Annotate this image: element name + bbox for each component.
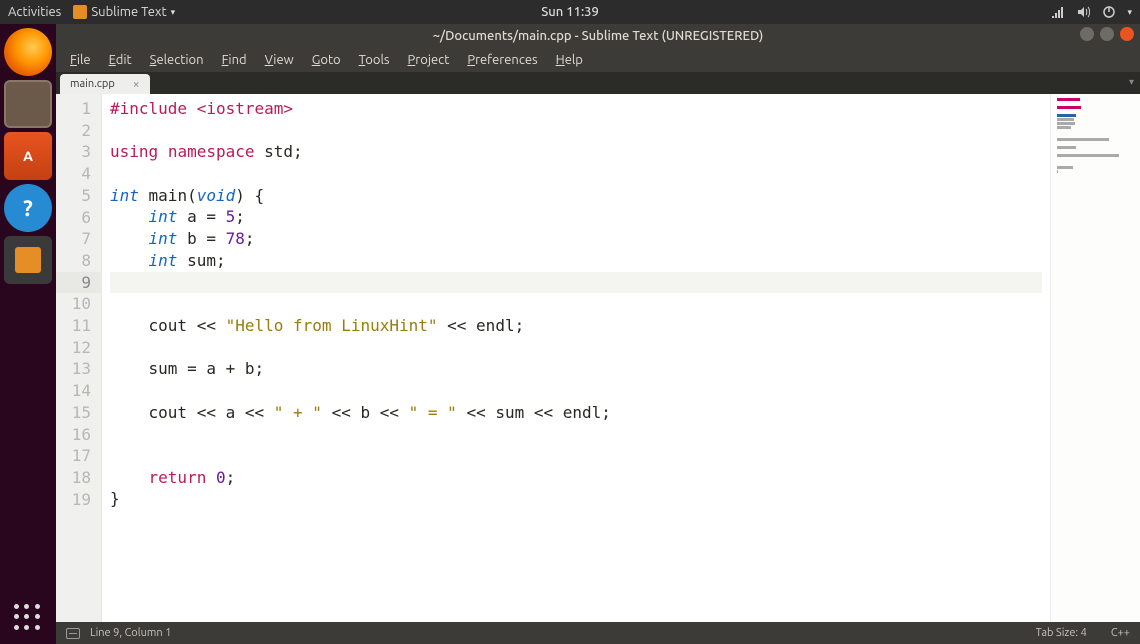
menubar: FileEditSelectionFindViewGotoToolsProjec… <box>56 48 1140 72</box>
menu-find[interactable]: Find <box>214 51 255 69</box>
tab-close-icon[interactable]: × <box>133 78 140 91</box>
window-titlebar[interactable]: ~/Documents/main.cpp - Sublime Text (UNR… <box>56 24 1140 48</box>
tab-main-cpp[interactable]: main.cpp × <box>60 74 150 94</box>
code-area[interactable]: #include <iostream> using namespace std; i… <box>102 94 1050 622</box>
line-number[interactable]: 9 <box>56 272 101 294</box>
menu-project[interactable]: Project <box>400 51 458 69</box>
code-line[interactable]: using namespace std; <box>110 141 1042 163</box>
chevron-down-icon[interactable]: ▾ <box>1127 7 1132 18</box>
code-line[interactable]: int sum; <box>110 250 1042 272</box>
code-line[interactable]: } <box>110 488 1042 510</box>
editor: 12345678910111213141516171819 #include <… <box>56 94 1140 622</box>
code-line[interactable] <box>110 337 1042 359</box>
line-number[interactable]: 2 <box>56 120 101 142</box>
menu-help[interactable]: Help <box>548 51 591 69</box>
statusbar: Line 9, Column 1 Tab Size: 4 C++ <box>56 622 1140 644</box>
clock[interactable]: Sun 11:39 <box>541 5 599 19</box>
line-number[interactable]: 8 <box>56 250 101 272</box>
line-number[interactable]: 15 <box>56 402 101 424</box>
menu-goto[interactable]: Goto <box>304 51 349 69</box>
tab-size[interactable]: Tab Size: 4 <box>1036 627 1087 639</box>
network-icon[interactable] <box>1049 4 1065 20</box>
line-number[interactable]: 6 <box>56 207 101 229</box>
line-number[interactable]: 3 <box>56 141 101 163</box>
line-number[interactable]: 1 <box>56 98 101 120</box>
syntax-mode[interactable]: C++ <box>1111 627 1130 639</box>
window-title: ~/Documents/main.cpp - Sublime Text (UNR… <box>433 29 764 43</box>
line-number[interactable]: 17 <box>56 445 101 467</box>
close-button[interactable] <box>1120 27 1134 41</box>
line-number[interactable]: 7 <box>56 228 101 250</box>
gnome-topbar: Activities Sublime Text ▾ Sun 11:39 ▾ <box>0 0 1140 24</box>
launcher-software[interactable] <box>4 132 52 180</box>
line-number[interactable]: 19 <box>56 489 101 511</box>
app-indicator[interactable]: Sublime Text ▾ <box>73 5 175 19</box>
dock: ? <box>0 24 56 644</box>
menu-edit[interactable]: Edit <box>101 51 140 69</box>
code-line[interactable] <box>110 120 1042 142</box>
code-line[interactable] <box>110 423 1042 445</box>
maximize-button[interactable] <box>1100 27 1114 41</box>
power-icon[interactable] <box>1101 4 1117 20</box>
cursor-position[interactable]: Line 9, Column 1 <box>90 627 171 639</box>
panel-switcher-icon[interactable] <box>66 628 80 639</box>
code-line[interactable]: return 0; <box>110 467 1042 489</box>
line-number[interactable]: 18 <box>56 467 101 489</box>
code-line[interactable] <box>110 163 1042 185</box>
tabbar: main.cpp × ▾ <box>56 72 1140 94</box>
menu-preferences[interactable]: Preferences <box>459 51 545 69</box>
line-number[interactable]: 13 <box>56 358 101 380</box>
code-line[interactable] <box>110 445 1042 467</box>
code-line[interactable]: int b = 78; <box>110 228 1042 250</box>
launcher-sublime[interactable] <box>4 236 52 284</box>
code-line[interactable]: int a = 5; <box>110 206 1042 228</box>
chevron-down-icon: ▾ <box>171 7 176 18</box>
code-line[interactable] <box>110 293 1042 315</box>
menu-tools[interactable]: Tools <box>351 51 398 69</box>
line-number[interactable]: 4 <box>56 163 101 185</box>
code-line[interactable]: cout << "Hello from LinuxHint" << endl; <box>110 315 1042 337</box>
line-number[interactable]: 14 <box>56 380 101 402</box>
volume-icon[interactable] <box>1075 4 1091 20</box>
tab-label: main.cpp <box>70 78 115 90</box>
sublime-icon <box>73 5 87 19</box>
menu-file[interactable]: File <box>62 51 99 69</box>
launcher-help[interactable]: ? <box>4 184 52 232</box>
code-line[interactable] <box>110 380 1042 402</box>
code-line[interactable]: #include <iostream> <box>110 98 1042 120</box>
show-applications[interactable] <box>0 604 56 632</box>
launcher-files[interactable] <box>4 80 52 128</box>
launcher-firefox[interactable] <box>4 28 52 76</box>
gutter[interactable]: 12345678910111213141516171819 <box>56 94 102 622</box>
code-line[interactable]: int main(void) { <box>110 185 1042 207</box>
menu-selection[interactable]: Selection <box>142 51 212 69</box>
code-line[interactable]: cout << a << " + " << b << " = " << sum … <box>110 402 1042 424</box>
minimap[interactable] <box>1050 94 1140 622</box>
line-number[interactable]: 11 <box>56 315 101 337</box>
code-line[interactable]: sum = a + b; <box>110 358 1042 380</box>
activities-button[interactable]: Activities <box>8 5 61 19</box>
line-number[interactable]: 10 <box>56 293 101 315</box>
sublime-window: ~/Documents/main.cpp - Sublime Text (UNR… <box>56 24 1140 644</box>
code-line[interactable] <box>110 272 1042 294</box>
line-number[interactable]: 16 <box>56 424 101 446</box>
menu-view[interactable]: View <box>257 51 302 69</box>
line-number[interactable]: 5 <box>56 185 101 207</box>
tab-overflow-icon[interactable]: ▾ <box>1129 76 1134 88</box>
minimize-button[interactable] <box>1080 27 1094 41</box>
line-number[interactable]: 12 <box>56 337 101 359</box>
